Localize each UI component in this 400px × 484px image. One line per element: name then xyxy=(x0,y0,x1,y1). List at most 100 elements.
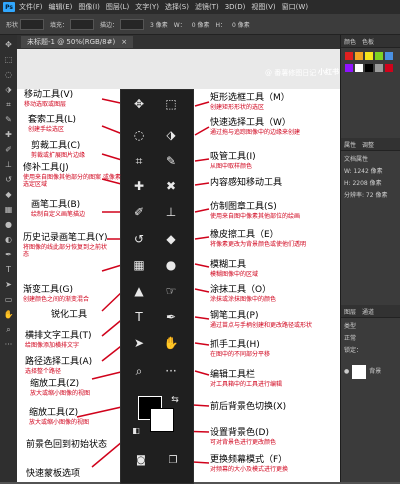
swatch-green[interactable] xyxy=(375,52,383,60)
swatch-orange[interactable] xyxy=(355,52,363,60)
rect-marquee-icon-large[interactable]: ⬚ xyxy=(160,93,182,115)
stroke-swatch[interactable] xyxy=(120,18,145,30)
blur-icon-large[interactable]: ● xyxy=(160,254,182,276)
width-field[interactable]: 0 像素 xyxy=(192,20,210,29)
stamp-icon-large[interactable]: ⊥ xyxy=(160,201,182,223)
patch-tool-icon[interactable]: ✚ xyxy=(3,129,14,140)
label-title: 仿制图章工具(S) xyxy=(210,202,277,212)
shape-mode-dropdown[interactable] xyxy=(20,18,45,30)
fill-swatch[interactable] xyxy=(70,18,95,30)
type-tool-icon[interactable]: T xyxy=(3,264,14,275)
swatch-blue[interactable] xyxy=(385,52,393,60)
path-select-tool-icon[interactable]: ➤ xyxy=(3,279,14,290)
default-colors-icon[interactable]: ◧ xyxy=(125,420,147,442)
tab-channels[interactable]: 通道 xyxy=(362,307,374,316)
tab-properties[interactable]: 属性 xyxy=(344,140,356,149)
quick-mask-icon[interactable]: ◙ xyxy=(130,450,152,472)
visibility-eye-icon[interactable]: ● xyxy=(344,366,349,378)
layer-thumbnail xyxy=(352,365,367,379)
content-aware-move-icon-large[interactable]: ✖ xyxy=(160,175,182,197)
doc-width: W: 1242 像素 xyxy=(344,168,383,175)
blend-mode-select[interactable]: 正常 xyxy=(344,333,398,345)
zoom-icon-large[interactable]: ⌕ xyxy=(128,360,150,382)
dodge-tool-icon[interactable]: ◐ xyxy=(3,234,14,245)
swatch-black[interactable] xyxy=(365,64,373,72)
menu-type[interactable]: 文字(Y) xyxy=(135,2,159,12)
label-title: 缩放工具(Z) xyxy=(30,379,80,389)
lasso-tool-icon[interactable]: ◌ xyxy=(3,69,14,80)
brush-icon-large[interactable]: ✐ xyxy=(128,201,150,223)
background-layer-row[interactable]: ● 背景 xyxy=(344,365,398,379)
brush-tool-icon[interactable]: ✐ xyxy=(3,144,14,155)
label-desc: 通过拖与追踪图像中的边缘来创建 xyxy=(210,129,301,136)
stroke-size-field[interactable]: 3 像素 xyxy=(150,20,168,29)
height-field[interactable]: 0 像素 xyxy=(232,20,250,29)
tab-swatches[interactable]: 色板 xyxy=(362,37,374,46)
smudge-icon-large[interactable]: ☞ xyxy=(160,280,182,302)
close-tab-icon[interactable]: × xyxy=(121,38,127,46)
eyedropper-icon-large[interactable]: ✎ xyxy=(160,150,182,172)
label-desc: 给图像添加横排文字 xyxy=(25,342,80,349)
label-title: 内容感知移动工具 xyxy=(210,178,283,188)
menu-file[interactable]: 文件(F) xyxy=(19,2,43,12)
layer-kind-filter[interactable]: 类型 xyxy=(344,321,398,333)
label-title: 移动工具(V) xyxy=(24,90,74,100)
crop-icon-large[interactable]: ⌗ xyxy=(128,150,150,172)
shape-tool-icon[interactable]: ▭ xyxy=(3,294,14,305)
label-eyedropper-tool: 吸管工具(I) 从图中取样颜色 xyxy=(210,152,330,170)
sharpen-icon-large[interactable]: ▲ xyxy=(128,280,150,302)
shape-mode-select[interactable]: 形状 xyxy=(6,20,18,29)
gradient-tool-icon[interactable]: ▦ xyxy=(3,204,14,215)
hand-tool-icon[interactable]: ✋ xyxy=(3,309,14,320)
swatch-red[interactable] xyxy=(345,52,353,60)
gradient-icon-large[interactable]: ▦ xyxy=(128,254,150,276)
history-brush-tool-icon[interactable]: ↺ xyxy=(3,174,14,185)
patch-icon-large[interactable]: ✚ xyxy=(128,175,150,197)
stamp-tool-icon[interactable]: ⊥ xyxy=(3,159,14,170)
edit-toolbar-icon-large[interactable]: ··· xyxy=(160,360,182,382)
label-type-tool: 横排文字工具(T) 给图像添加横排文字 xyxy=(25,331,113,349)
screen-mode-icon[interactable]: ❐ xyxy=(162,450,184,472)
blur-tool-icon[interactable]: ● xyxy=(3,219,14,230)
move-tool-icon-large[interactable]: ✥ xyxy=(128,93,150,115)
zoom-tool-icon[interactable]: ⌕ xyxy=(3,324,14,335)
menu-edit[interactable]: 编辑(E) xyxy=(49,2,73,12)
menu-3d[interactable]: 3D(D) xyxy=(225,3,246,11)
type-icon-large[interactable]: T xyxy=(128,306,150,328)
swatch-yellow[interactable] xyxy=(365,52,373,60)
more-tools-icon[interactable]: ··· xyxy=(3,339,14,350)
menu-filter[interactable]: 滤镜(T) xyxy=(195,2,219,12)
swatch-gray[interactable] xyxy=(375,64,383,72)
swatch-purple[interactable] xyxy=(345,64,353,72)
hand-icon-large[interactable]: ✋ xyxy=(160,332,182,354)
menu-layer[interactable]: 图层(L) xyxy=(106,2,129,12)
label-sharpen-tool: 锐化工具 xyxy=(51,310,87,321)
eraser-icon-large[interactable]: ◆ xyxy=(160,228,182,250)
menu-window[interactable]: 窗口(W) xyxy=(282,2,308,12)
tab-adjustments[interactable]: 调整 xyxy=(362,140,374,149)
swatch-white[interactable] xyxy=(355,64,363,72)
swatch-darkred[interactable] xyxy=(385,64,393,72)
quick-select-icon-large[interactable]: ⬗ xyxy=(160,124,182,146)
eraser-tool-icon[interactable]: ◆ xyxy=(3,189,14,200)
crop-tool-icon[interactable]: ⌗ xyxy=(3,99,14,110)
tab-color[interactable]: 颜色 xyxy=(344,37,356,46)
marquee-tool-icon[interactable]: ⬚ xyxy=(3,54,14,65)
document-tab[interactable]: 未标题-1 @ 50%(RGB/8#) × xyxy=(21,36,134,48)
label-title: 矩形选框工具（M） xyxy=(210,93,290,103)
background-color-swatch[interactable] xyxy=(150,408,174,432)
swap-colors-icon[interactable]: ⇆ xyxy=(164,389,186,411)
tab-layers[interactable]: 图层 xyxy=(344,307,356,316)
menu-view[interactable]: 视图(V) xyxy=(251,2,275,12)
label-title: 剪裁工具(C) xyxy=(31,141,81,151)
menu-select[interactable]: 选择(S) xyxy=(165,2,189,12)
eyedropper-tool-icon[interactable]: ✎ xyxy=(3,114,14,125)
path-select-icon-large[interactable]: ➤ xyxy=(128,332,150,354)
menu-image[interactable]: 图像(I) xyxy=(78,2,100,12)
lasso-icon-large[interactable]: ◌ xyxy=(128,124,150,146)
pen-icon-large[interactable]: ✒ xyxy=(160,306,182,328)
history-brush-icon-large[interactable]: ↺ xyxy=(128,228,150,250)
quick-select-tool-icon[interactable]: ⬗ xyxy=(3,84,14,95)
move-tool-icon[interactable]: ✥ xyxy=(3,39,14,50)
pen-tool-icon[interactable]: ✒ xyxy=(3,249,14,260)
